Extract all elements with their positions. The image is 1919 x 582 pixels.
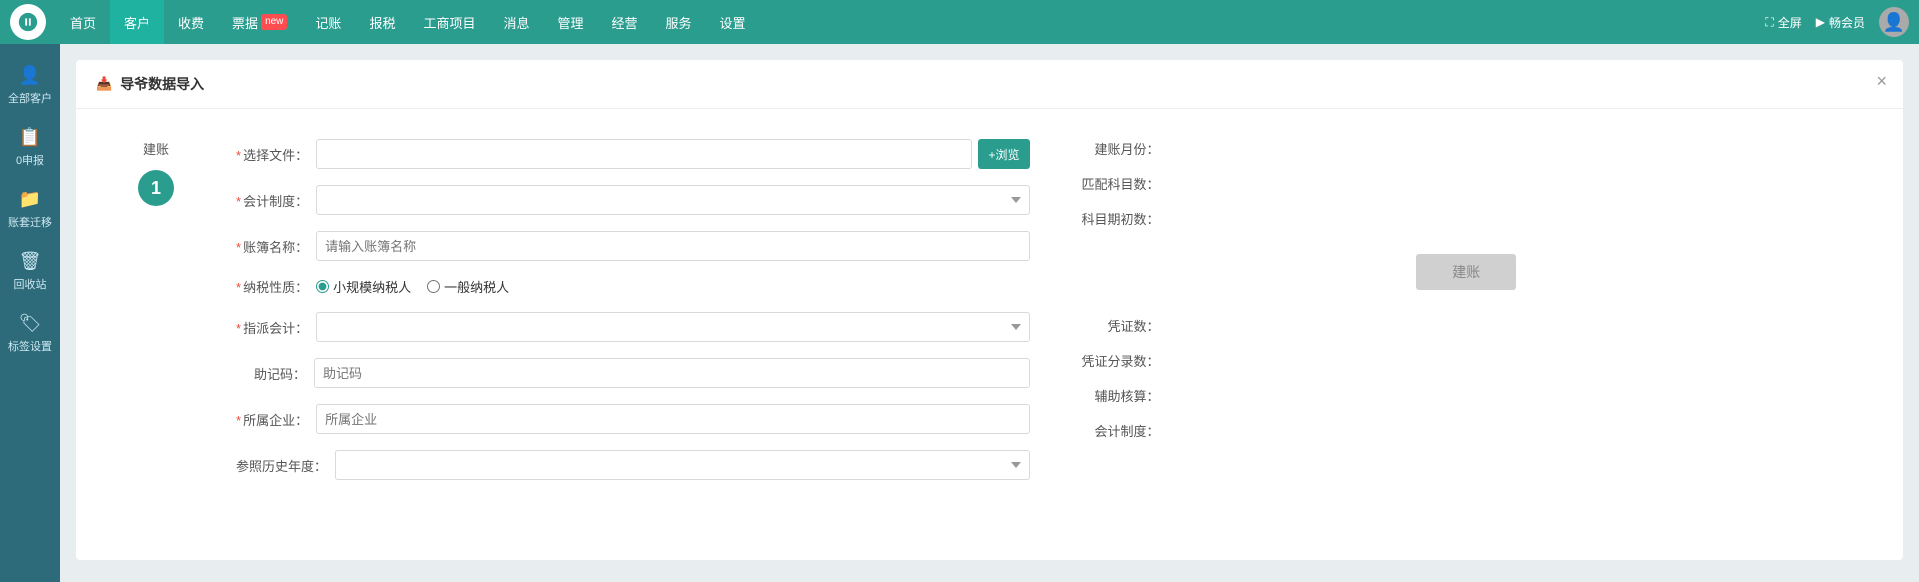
select-file-label: *选择文件： (236, 145, 308, 164)
ledger-name-row: *账簿名称： (236, 231, 1030, 261)
file-text-input[interactable] (316, 139, 972, 169)
sidebar-item-tag-settings[interactable]: 🏷 标签设置 (0, 302, 60, 364)
nav-right: ⛶ 全屏 ▶ 畅会员 👤 (1765, 7, 1909, 37)
voucher-entries-row: 凭证分录数： (1070, 351, 1864, 370)
select-file-row: *选择文件： +浏览 (236, 139, 1030, 169)
fullscreen-icon: ⛶ (1765, 15, 1773, 30)
voucher-count-row: 凭证数： (1070, 316, 1864, 335)
assign-accountant-select[interactable] (316, 312, 1029, 342)
nav-item-customer[interactable]: 客户 (110, 0, 164, 44)
modal-title: 导爷数据导入 (120, 74, 204, 94)
tag-settings-icon: 🏷 (19, 312, 41, 334)
account-month-label: 建账月份： (1070, 139, 1160, 158)
modal-close-button[interactable]: × (1876, 72, 1887, 90)
memo-code-input[interactable] (314, 358, 1030, 388)
sidebar-item-declaration[interactable]: 📋 0申报 (0, 116, 60, 178)
accounting-system-right-row: 会计制度： (1070, 421, 1864, 440)
fullscreen-button[interactable]: ⛶ 全屏 (1765, 14, 1801, 31)
radio-small-scale-input[interactable] (316, 280, 329, 293)
sidebar-item-all-customers[interactable]: 👤 全部客户 (0, 54, 60, 116)
account-migration-icon: 📁 (19, 188, 41, 210)
modal-header: 📥 导爷数据导入 (76, 60, 1903, 109)
file-input-group: +浏览 (316, 139, 1029, 169)
nav-item-business[interactable]: 工商项目 (409, 0, 489, 44)
step-circle: 1 (138, 170, 174, 206)
nav-item-service[interactable]: 服务 (652, 0, 706, 44)
content-area: 📥 导爷数据导入 × 建账 1 *选择文件： (60, 44, 1919, 582)
nav-item-invoice[interactable]: 票据 new (218, 0, 301, 44)
modal-title-icon: 📥 (96, 76, 112, 92)
nav-item-home[interactable]: 首页 (56, 0, 110, 44)
ledger-name-input[interactable] (316, 231, 1029, 261)
voucher-entries-label: 凭证分录数： (1070, 351, 1160, 370)
subject-init-row: 科目期初数： (1070, 209, 1864, 228)
tax-type-row: *纳税性质： 小规模纳税人 一般纳税人 (236, 277, 1030, 296)
ledger-name-label: *账簿名称： (236, 237, 308, 256)
nav-items: 首页 客户 收费 票据 new 记账 报税 工商项目 消息 管理 经营 服务 设… (56, 0, 1765, 44)
sidebar-item-recycle[interactable]: 🗑 回收站 (0, 240, 60, 302)
top-navigation: 首页 客户 收费 票据 new 记账 报税 工商项目 消息 管理 经营 服务 设… (0, 0, 1919, 44)
membership-button[interactable]: ▶ 畅会员 (1816, 14, 1865, 31)
sidebar-item-account-migration[interactable]: 📁 账套迁移 (0, 178, 60, 240)
nav-item-operation[interactable]: 经营 (598, 0, 652, 44)
tax-type-radio-group: 小规模纳税人 一般纳税人 (316, 277, 1029, 296)
aux-accounting-row: 辅助核算： (1070, 386, 1864, 405)
accounting-system-select[interactable] (316, 185, 1029, 215)
history-year-row: 参照历史年度： (236, 450, 1030, 480)
app-logo[interactable] (10, 4, 46, 40)
main-layout: 👤 全部客户 📋 0申报 📁 账套迁移 🗑 回收站 🏷 标签设置 📥 导爷数据导… (0, 44, 1919, 582)
nav-item-tax[interactable]: 报税 (355, 0, 409, 44)
build-button[interactable]: 建账 (1416, 254, 1516, 290)
nav-item-management[interactable]: 管理 (543, 0, 597, 44)
user-avatar[interactable]: 👤 (1879, 7, 1909, 37)
declaration-icon: 📋 (19, 126, 41, 148)
nav-item-message[interactable]: 消息 (489, 0, 543, 44)
tax-type-label: *纳税性质： (236, 277, 308, 296)
nav-item-fee[interactable]: 收费 (164, 0, 218, 44)
memo-code-label: 助记码： (236, 364, 306, 383)
memo-code-row: 助记码： (236, 358, 1030, 388)
accounting-system-row: *会计制度： (236, 185, 1030, 215)
subject-init-label: 科目期初数： (1070, 209, 1160, 228)
nav-item-settings[interactable]: 设置 (706, 0, 760, 44)
all-customers-icon: 👤 (19, 64, 41, 86)
browse-button[interactable]: +浏览 (978, 139, 1029, 169)
company-label: *所属企业： (236, 410, 308, 429)
company-input[interactable] (316, 404, 1029, 434)
membership-icon: ▶ (1816, 15, 1825, 29)
accounting-system-right-label: 会计制度： (1070, 421, 1160, 440)
accounting-system-label: *会计制度： (236, 191, 308, 210)
step-section: 建账 1 (116, 139, 196, 480)
radio-general-input[interactable] (427, 280, 440, 293)
assign-accountant-row: *指派会计： (236, 312, 1030, 342)
assign-accountant-label: *指派会计： (236, 318, 308, 337)
sidebar: 👤 全部客户 📋 0申报 📁 账套迁移 🗑 回收站 🏷 标签设置 (0, 44, 60, 582)
match-subjects-row: 匹配科目数： (1070, 174, 1864, 193)
history-year-select[interactable] (335, 450, 1029, 480)
aux-accounting-label: 辅助核算： (1070, 386, 1160, 405)
modal-card: 📥 导爷数据导入 × 建账 1 *选择文件： (76, 60, 1903, 560)
new-badge: new (261, 14, 287, 30)
account-month-row: 建账月份： (1070, 139, 1864, 158)
match-subjects-label: 匹配科目数： (1070, 174, 1160, 193)
voucher-count-label: 凭证数： (1070, 316, 1160, 335)
step-label: 建账 (143, 139, 169, 158)
nav-item-account[interactable]: 记账 (301, 0, 355, 44)
recycle-icon: 🗑 (19, 250, 41, 272)
radio-general[interactable]: 一般纳税人 (427, 277, 509, 296)
form-left: *选择文件： +浏览 *会计制度： (236, 139, 1030, 480)
history-year-label: 参照历史年度： (236, 456, 327, 475)
form-container: 建账 1 *选择文件： +浏览 (76, 109, 1903, 510)
radio-small-scale[interactable]: 小规模纳税人 (316, 277, 411, 296)
company-row: *所属企业： (236, 404, 1030, 434)
form-right: 建账月份： 匹配科目数： 科目期初数： 建账 (1070, 139, 1864, 480)
